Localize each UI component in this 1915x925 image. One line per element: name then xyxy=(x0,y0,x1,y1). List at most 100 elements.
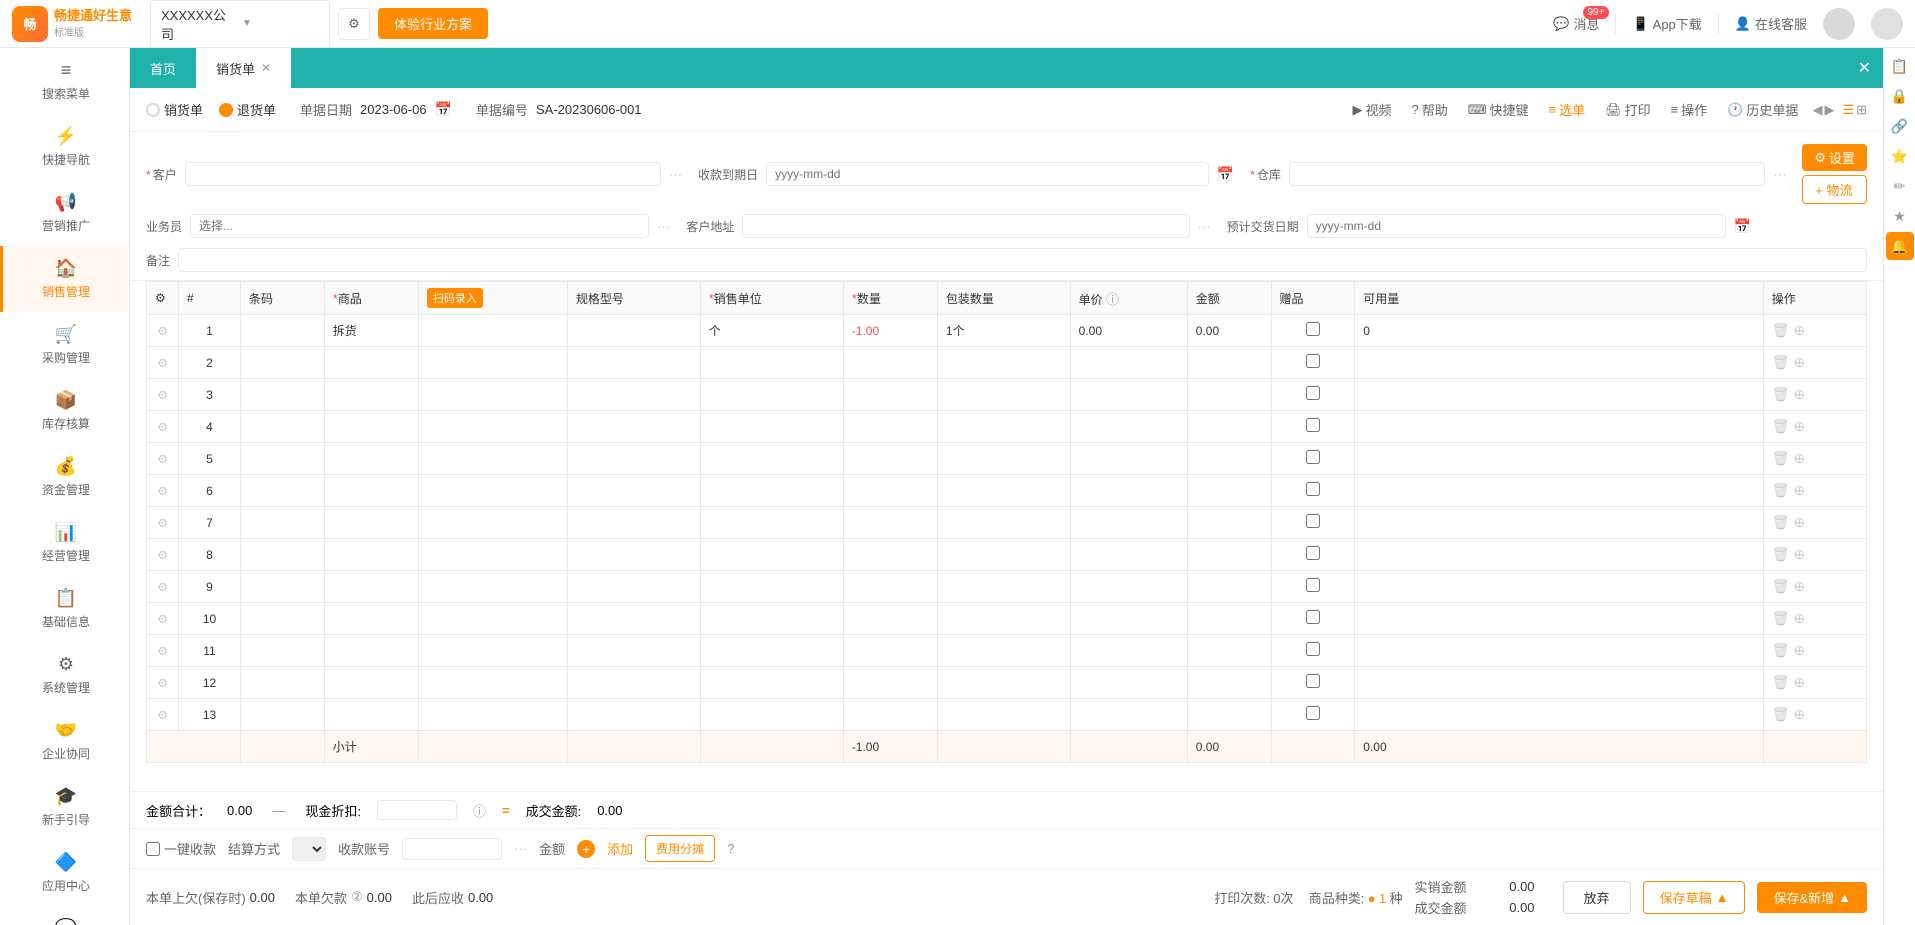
row-product-cell[interactable]: 拆货 xyxy=(324,315,418,347)
delete-icon[interactable]: 🗑 xyxy=(1772,642,1790,659)
row-barcode-cell[interactable] xyxy=(241,667,325,699)
row-barcode-cell[interactable] xyxy=(241,539,325,571)
account-more-icon[interactable]: ··· xyxy=(514,841,527,856)
row-unit-cell[interactable] xyxy=(700,539,843,571)
row-spec-cell[interactable] xyxy=(567,635,700,667)
gift-checkbox[interactable] xyxy=(1306,514,1320,528)
right-btn-edit[interactable]: ✏ xyxy=(1886,172,1914,200)
notes-input[interactable] xyxy=(178,248,1867,272)
tab-close-icon[interactable]: ✕ xyxy=(261,61,271,75)
row-unit-cell[interactable] xyxy=(700,635,843,667)
sidebar-item-search[interactable]: ≡ 搜索菜单 xyxy=(0,48,129,114)
row-gear-cell[interactable]: ⚙ xyxy=(147,443,179,475)
row-unit-cell[interactable]: 个 xyxy=(700,315,843,347)
row-quantity-cell[interactable] xyxy=(843,379,937,411)
fee-split-btn[interactable]: 费用分摊 xyxy=(645,835,715,862)
row-packqty-cell[interactable] xyxy=(937,603,1070,635)
gift-checkbox[interactable] xyxy=(1306,482,1320,496)
delete-icon[interactable]: 🗑 xyxy=(1772,386,1790,403)
tab-home[interactable]: 首页 xyxy=(130,48,196,88)
row-quantity-cell[interactable] xyxy=(843,699,937,731)
help-btn[interactable]: ? 帮助 xyxy=(1405,98,1453,121)
row-unitprice-cell[interactable] xyxy=(1070,539,1187,571)
row-packqty-cell[interactable] xyxy=(937,379,1070,411)
row-gift-cell[interactable] xyxy=(1271,411,1355,443)
copy-icon[interactable]: ⊕ xyxy=(1794,674,1806,691)
row-spec-cell[interactable] xyxy=(567,347,700,379)
settings-icon[interactable]: ⚙ xyxy=(338,8,370,40)
row-unitprice-cell[interactable] xyxy=(1070,347,1187,379)
address-more-icon[interactable]: ··· xyxy=(1198,219,1211,234)
address-input[interactable] xyxy=(742,214,1189,238)
copy-icon[interactable]: ⊕ xyxy=(1794,354,1806,371)
row-quantity-cell[interactable]: -1.00 xyxy=(843,315,937,347)
row-spec-cell[interactable] xyxy=(567,603,700,635)
trial-button[interactable]: 体验行业方案 xyxy=(378,8,488,39)
one-click-pay-check[interactable] xyxy=(146,842,160,856)
row-gift-cell[interactable] xyxy=(1271,699,1355,731)
row-product-cell[interactable] xyxy=(324,379,418,411)
gift-checkbox[interactable] xyxy=(1306,642,1320,656)
copy-icon[interactable]: ⊕ xyxy=(1794,514,1806,531)
row-gear-cell[interactable]: ⚙ xyxy=(147,507,179,539)
gift-checkbox[interactable] xyxy=(1306,610,1320,624)
row-gear-cell[interactable]: ⚙ xyxy=(147,475,179,507)
sidebar-item-enterprise[interactable]: 🤝 企业协同 xyxy=(0,708,129,774)
row-gear-cell[interactable]: ⚙ xyxy=(147,411,179,443)
row-amount-cell[interactable]: 0.00 xyxy=(1187,315,1271,347)
row-spec-cell[interactable] xyxy=(567,539,700,571)
radio-return[interactable]: 退货单 xyxy=(219,100,276,119)
row-spec-cell[interactable] xyxy=(567,475,700,507)
delete-icon[interactable]: 🗑 xyxy=(1772,354,1790,371)
row-product-cell[interactable] xyxy=(324,603,418,635)
save-draft-button[interactable]: 保存草稿 ▲ xyxy=(1643,881,1746,914)
calendar-icon[interactable]: 📅 xyxy=(435,101,452,118)
row-quantity-cell[interactable] xyxy=(843,571,937,603)
row-unit-cell[interactable] xyxy=(700,603,843,635)
grid-view-icon[interactable]: ⊞ xyxy=(1856,102,1867,118)
video-btn[interactable]: ▶ 视频 xyxy=(1346,98,1397,121)
row-unit-cell[interactable] xyxy=(700,475,843,507)
one-click-pay-checkbox[interactable]: 一键收款 xyxy=(146,839,216,858)
row-gift-cell[interactable] xyxy=(1271,347,1355,379)
row-quantity-cell[interactable] xyxy=(843,443,937,475)
delete-icon[interactable]: 🗑 xyxy=(1772,514,1790,531)
row-gear-cell[interactable]: ⚙ xyxy=(147,635,179,667)
row-packqty-cell[interactable] xyxy=(937,443,1070,475)
row-amount-cell[interactable] xyxy=(1187,603,1271,635)
shortcut-btn[interactable]: ⌨ 快捷键 xyxy=(1462,98,1535,121)
message-button[interactable]: 💬 消息 99+ xyxy=(1553,14,1599,33)
row-product-cell[interactable] xyxy=(324,699,418,731)
account-input[interactable] xyxy=(402,838,502,860)
row-unitprice-cell[interactable] xyxy=(1070,571,1187,603)
avatar2[interactable] xyxy=(1871,8,1903,40)
row-unit-cell[interactable] xyxy=(700,571,843,603)
row-unitprice-cell[interactable] xyxy=(1070,443,1187,475)
payment-method-select[interactable] xyxy=(292,837,326,861)
row-gift-cell[interactable] xyxy=(1271,315,1355,347)
sidebar-item-shortcut[interactable]: ⚡ 快捷导航 xyxy=(0,114,129,180)
row-gift-cell[interactable] xyxy=(1271,539,1355,571)
row-amount-cell[interactable] xyxy=(1187,539,1271,571)
right-btn-star[interactable]: ⭐ xyxy=(1886,142,1914,170)
operation-btn[interactable]: ≡ 操作 xyxy=(1665,98,1714,121)
sidebar-item-inventory[interactable]: 📦 库存核算 xyxy=(0,378,129,444)
gift-checkbox[interactable] xyxy=(1306,674,1320,688)
sidebar-item-base[interactable]: 📋 基础信息 xyxy=(0,576,129,642)
row-barcode-cell[interactable] xyxy=(241,571,325,603)
row-packqty-cell[interactable] xyxy=(937,475,1070,507)
right-btn-bookmark[interactable]: ★ xyxy=(1886,202,1914,230)
row-spec-cell[interactable] xyxy=(567,507,700,539)
row-quantity-cell[interactable] xyxy=(843,411,937,443)
gift-checkbox[interactable] xyxy=(1306,546,1320,560)
delete-icon[interactable]: 🗑 xyxy=(1772,322,1790,339)
delete-icon[interactable]: 🗑 xyxy=(1772,610,1790,627)
payment-date-calendar-icon[interactable]: 📅 xyxy=(1217,166,1234,183)
row-barcode-cell[interactable] xyxy=(241,635,325,667)
row-packqty-cell[interactable] xyxy=(937,539,1070,571)
abandon-button[interactable]: 放弃 xyxy=(1563,881,1631,914)
gift-checkbox[interactable] xyxy=(1306,450,1320,464)
scan-button[interactable]: 扫码录入 xyxy=(427,288,483,308)
row-product-cell[interactable] xyxy=(324,571,418,603)
right-btn-alert[interactable]: 🔔 xyxy=(1886,232,1914,260)
